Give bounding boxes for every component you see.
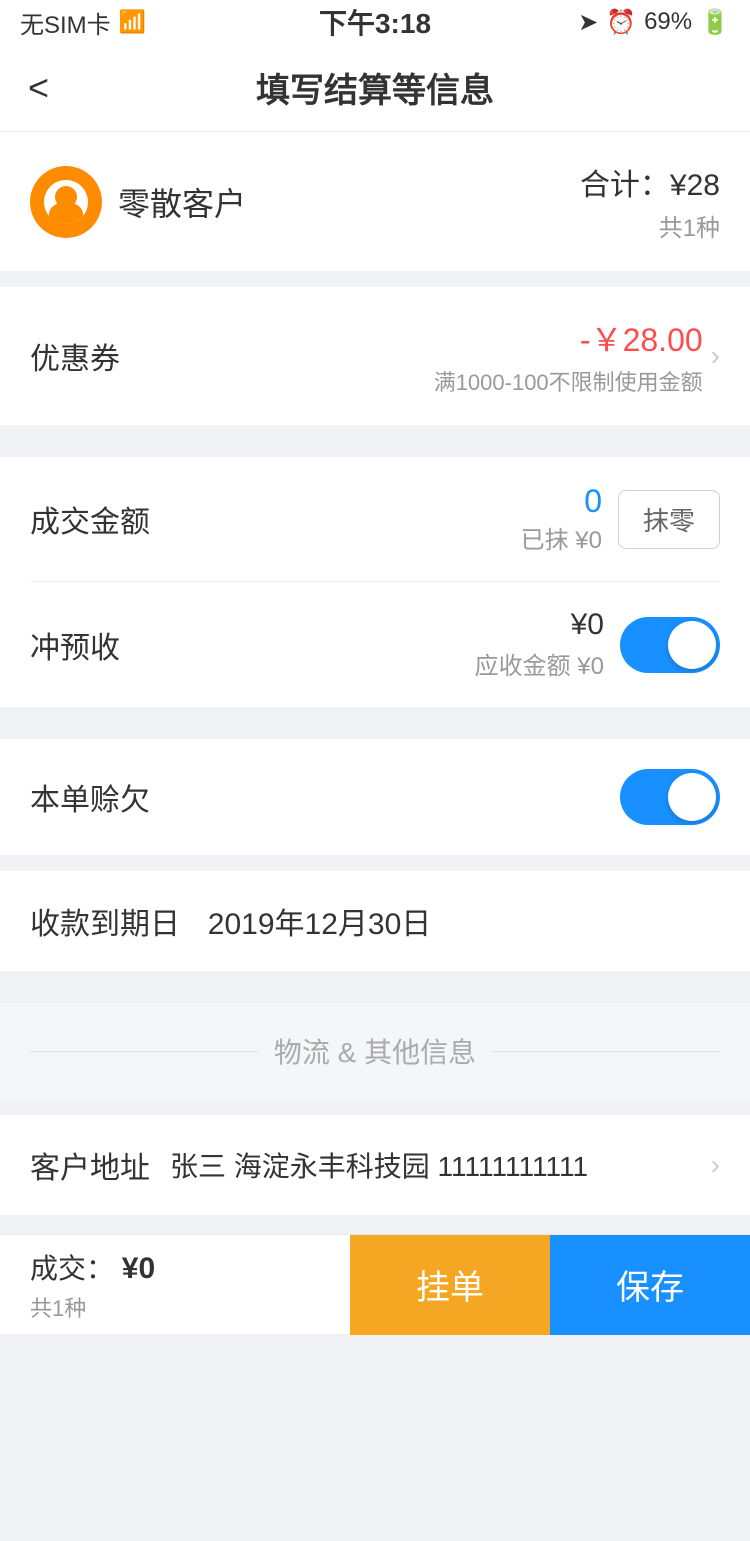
bottom-count: 共1种 xyxy=(30,1291,320,1323)
alarm-icon: ⏰ xyxy=(606,8,636,37)
battery-text: 69% xyxy=(644,8,692,36)
bottom-deal-amount: ¥0 xyxy=(122,1252,155,1285)
deal-amount-input[interactable]: 0 xyxy=(521,483,602,520)
bottom-deal-label: 成交： xyxy=(30,1253,114,1284)
total-amount: 合计：¥28 xyxy=(580,160,720,204)
coupon-amount: -￥28.00 xyxy=(434,315,703,361)
debit-toggle[interactable] xyxy=(620,769,720,825)
receivable-label: 应收金额 ¥0 xyxy=(475,646,604,681)
address-chevron-icon: › xyxy=(711,1149,720,1181)
customer-name: 零散客户 xyxy=(118,179,246,225)
total-count: 共1种 xyxy=(580,208,720,243)
status-bar: 无SIM卡 📶 下午3:18 ➤ ⏰ 69% 🔋 xyxy=(0,0,750,44)
customer-row: 零散客户 合计：¥28 共1种 xyxy=(0,132,750,271)
battery-icon: 🔋 xyxy=(700,8,730,37)
carrier-text: 无SIM卡 xyxy=(20,5,111,40)
customer-total: 合计：¥28 共1种 xyxy=(580,160,720,243)
bottom-summary: 成交： ¥0 共1种 xyxy=(0,1247,350,1323)
duedate-value: 2019年12月30日 xyxy=(208,908,431,941)
hold-button[interactable]: 挂单 xyxy=(350,1235,550,1335)
save-button[interactable]: 保存 xyxy=(550,1235,750,1335)
status-right: ➤ ⏰ 69% 🔋 xyxy=(578,8,730,37)
prepayment-label: 冲预收 xyxy=(30,623,170,667)
coupon-desc: 满1000-100不限制使用金额 xyxy=(434,365,703,397)
section-divider-1 xyxy=(0,441,750,457)
prepayment-toggle-thumb xyxy=(668,621,716,669)
avatar xyxy=(30,166,102,238)
round-zero-button[interactable]: 抹零 xyxy=(618,490,720,549)
section-divider-2 xyxy=(0,723,750,739)
location-icon: ➤ xyxy=(578,8,598,37)
duedate-label: 收款到期日 xyxy=(30,908,180,941)
prepayment-row: 冲预收 ¥0 应收金额 ¥0 xyxy=(30,582,720,707)
debit-toggle-thumb xyxy=(668,773,716,821)
coupon-chevron-icon: › xyxy=(711,340,720,372)
nav-bar: < 填写结算等信息 xyxy=(0,44,750,132)
duedate-section: 收款到期日 2019年12月30日 xyxy=(0,871,750,971)
coupon-label: 优惠券 xyxy=(30,334,120,378)
address-value: 张三 海淀永丰科技园 11111111111 xyxy=(170,1145,711,1185)
prepayment-toggle[interactable] xyxy=(620,617,720,673)
deal-amount-label: 成交金额 xyxy=(30,497,170,541)
deal-amount-row: 成交金额 0 已抹 ¥0 抹零 xyxy=(30,457,720,582)
avatar-icon xyxy=(44,180,88,224)
status-left: 无SIM卡 📶 xyxy=(20,5,146,40)
status-time: 下午3:18 xyxy=(319,2,431,42)
form-section-deal: 成交金额 0 已抹 ¥0 抹零 冲预收 ¥0 应收金额 ¥0 xyxy=(0,457,750,707)
page-title: 填写结算等信息 xyxy=(256,63,494,112)
bottom-bar: 成交： ¥0 共1种 挂单 保存 xyxy=(0,1234,750,1334)
prepayment-amount: ¥0 xyxy=(475,608,604,642)
coupon-row[interactable]: 优惠券 -￥28.00 满1000-100不限制使用金额 › xyxy=(0,287,750,425)
section-divider-3 xyxy=(0,987,750,1003)
logistics-label: 物流 & 其他信息 xyxy=(274,1031,476,1071)
debit-section: 本单赊欠 xyxy=(0,739,750,855)
back-button[interactable]: < xyxy=(28,67,49,109)
debit-label: 本单赊欠 xyxy=(30,775,150,819)
address-label: 客户地址 xyxy=(30,1143,150,1187)
address-section[interactable]: 客户地址 张三 海淀永丰科技园 11111111111 › xyxy=(0,1115,750,1215)
logistics-section: 物流 & 其他信息 xyxy=(0,1003,750,1099)
deducted-text: 已抹 ¥0 xyxy=(521,520,602,555)
wifi-icon: 📶 xyxy=(119,9,146,35)
